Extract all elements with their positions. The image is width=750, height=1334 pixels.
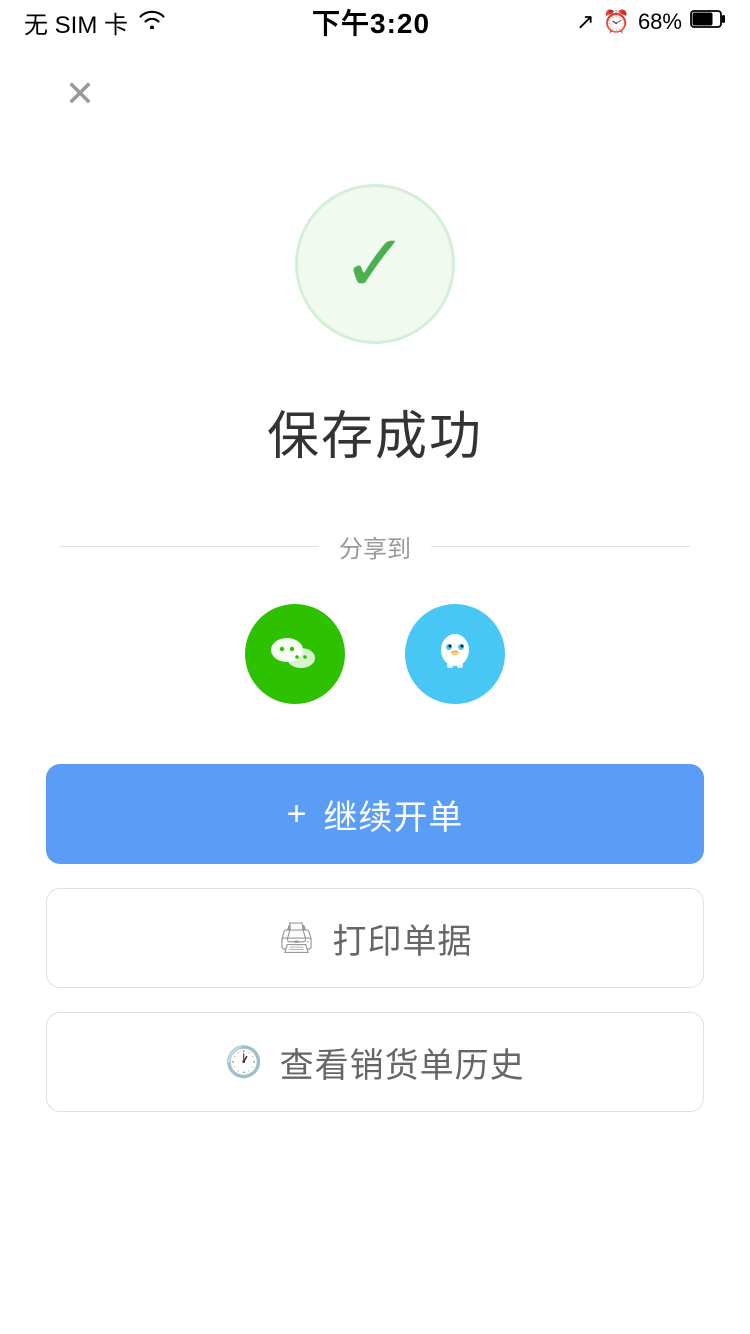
history-button[interactable]: 🕐 查看销货单历史: [46, 1012, 704, 1112]
history-label: 查看销货单历史: [280, 1038, 525, 1087]
status-indicators: ↗ ⏰ 68%: [576, 9, 726, 35]
wifi-icon: [138, 8, 166, 36]
share-icons: [245, 604, 505, 704]
printer-icon: 🖨: [277, 921, 316, 956]
alarm-icon: ⏰: [603, 9, 630, 35]
close-button[interactable]: ✕: [50, 64, 110, 124]
divider-line-left: [60, 546, 319, 547]
success-title: 保存成功: [267, 394, 483, 469]
battery-icon: [690, 9, 726, 35]
status-carrier: 无 SIM 卡: [24, 5, 166, 40]
wechat-share-button[interactable]: [245, 604, 345, 704]
battery-text: 68%: [638, 9, 682, 35]
history-icon: 🕐: [225, 1045, 263, 1080]
share-label: 分享到: [319, 529, 431, 564]
main-content: ✓ 保存成功 分享到: [0, 104, 750, 1334]
continue-order-label: 继续开单: [323, 790, 463, 839]
print-label: 打印单据: [333, 914, 473, 963]
status-bar: 无 SIM 卡 下午3:20 ↗ ⏰ 68%: [0, 0, 750, 44]
status-time: 下午3:20: [312, 2, 430, 42]
share-section: 分享到: [0, 529, 750, 704]
success-circle: ✓: [295, 184, 455, 344]
carrier-text: 无 SIM 卡: [24, 5, 128, 40]
close-icon: ✕: [65, 73, 95, 115]
share-divider: 分享到: [0, 529, 750, 564]
action-buttons: + 继续开单 🖨 打印单据 🕐 查看销货单历史: [0, 764, 750, 1112]
qq-share-button[interactable]: [405, 604, 505, 704]
checkmark-icon: ✓: [341, 224, 408, 304]
continue-order-button[interactable]: + 继续开单: [46, 764, 704, 864]
divider-line-right: [431, 546, 690, 547]
location-icon: ↗: [576, 9, 594, 35]
print-button[interactable]: 🖨 打印单据: [46, 888, 704, 988]
plus-icon: +: [287, 795, 308, 834]
